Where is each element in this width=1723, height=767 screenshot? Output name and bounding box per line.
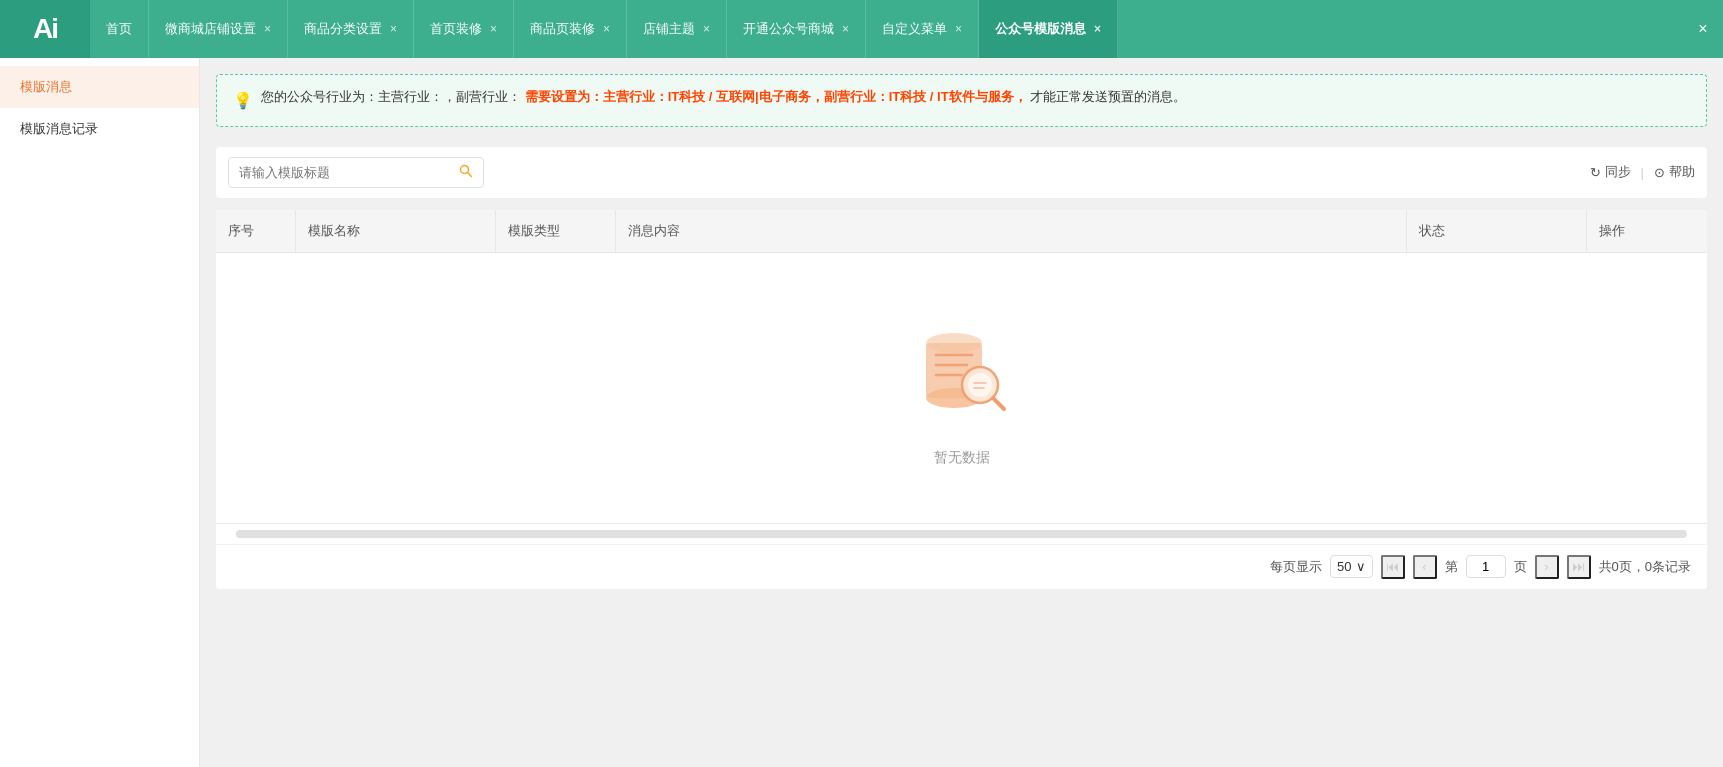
nav-tab-6[interactable]: 开通公众号商城× <box>727 0 866 58</box>
notice-highlight: 需要设置为：主营行业：IT科技 / 互联网|电子商务，副营行业：IT科技 / I… <box>525 89 1027 104</box>
toolbar-divider: | <box>1641 165 1644 180</box>
table-header-3: 消息内容 <box>616 210 1407 252</box>
prev-page-button[interactable]: ‹ <box>1413 555 1437 579</box>
table-header-0: 序号 <box>216 210 296 252</box>
nav-tab-close-2[interactable]: × <box>390 22 397 36</box>
nav-tab-close-4[interactable]: × <box>603 22 610 36</box>
nav-tabs: 首页微商城店铺设置×商品分类设置×首页装修×商品页装修×店铺主题×开通公众号商城… <box>90 0 1683 58</box>
nav-tab-close-5[interactable]: × <box>703 22 710 36</box>
nav-tab-close-8[interactable]: × <box>1094 22 1101 36</box>
sidebar-item-1[interactable]: 模版消息记录 <box>0 108 199 150</box>
table-header-5: 操作 <box>1587 210 1707 252</box>
nav-tab-close-6[interactable]: × <box>842 22 849 36</box>
nav-tab-4[interactable]: 商品页装修× <box>514 0 627 58</box>
nav-tab-3[interactable]: 首页装修× <box>414 0 514 58</box>
sync-icon: ↻ <box>1590 165 1601 180</box>
nav-tab-2[interactable]: 商品分类设置× <box>288 0 414 58</box>
table-header: 序号模版名称模版类型消息内容状态操作 <box>216 210 1707 253</box>
help-label: 帮助 <box>1669 163 1695 181</box>
table-header-1: 模版名称 <box>296 210 496 252</box>
last-page-button[interactable]: ⏭ <box>1567 555 1591 579</box>
nav-tab-0[interactable]: 首页 <box>90 0 149 58</box>
table-header-2: 模版类型 <box>496 210 616 252</box>
close-all-button[interactable]: × <box>1683 0 1723 58</box>
help-icon: ⊙ <box>1654 165 1665 180</box>
svg-line-1 <box>468 172 472 176</box>
sync-label: 同步 <box>1605 163 1631 181</box>
first-page-button[interactable]: ⏮ <box>1381 555 1405 579</box>
pagination: 每页显示 50 ∨ ⏮ ‹ 第 页 › ⏭ 共0页，0条记录 <box>216 544 1707 589</box>
search-button[interactable] <box>449 158 483 187</box>
page-size-value: 50 <box>1337 559 1351 574</box>
notice-banner: 💡 您的公众号行业为：主营行业：，副营行业： 需要设置为：主营行业：IT科技 /… <box>216 74 1707 127</box>
page-number-input[interactable] <box>1466 555 1506 578</box>
nav-tab-8[interactable]: 公众号模版消息× <box>979 0 1118 58</box>
sidebar: 模版消息模版消息记录 <box>0 58 200 767</box>
scrollbar-area[interactable] <box>216 523 1707 544</box>
notice-prefix: 您的公众号行业为：主营行业：，副营行业： <box>261 89 521 104</box>
help-button[interactable]: ⊙ 帮助 <box>1654 163 1695 181</box>
table-wrapper: 序号模版名称模版类型消息内容状态操作 <box>216 210 1707 589</box>
scrollbar-track[interactable] <box>236 530 1687 538</box>
next-page-button[interactable]: › <box>1535 555 1559 579</box>
nav-tab-7[interactable]: 自定义菜单× <box>866 0 979 58</box>
sync-button[interactable]: ↻ 同步 <box>1590 163 1631 181</box>
toolbar-right: ↻ 同步 | ⊙ 帮助 <box>1590 163 1695 181</box>
total-info: 共0页，0条记录 <box>1599 558 1691 576</box>
page-label-before: 第 <box>1445 558 1458 576</box>
empty-text: 暂无数据 <box>934 449 990 467</box>
page-label-after: 页 <box>1514 558 1527 576</box>
notice-suffix: 才能正常发送预置的消息。 <box>1030 89 1186 104</box>
page-size-label: 每页显示 <box>1270 558 1322 576</box>
sidebar-item-0[interactable]: 模版消息 <box>0 66 199 108</box>
nav-tab-close-3[interactable]: × <box>490 22 497 36</box>
content-area: 💡 您的公众号行业为：主营行业：，副营行业： 需要设置为：主营行业：IT科技 /… <box>200 58 1723 767</box>
nav-tab-1[interactable]: 微商城店铺设置× <box>149 0 288 58</box>
toolbar: ↻ 同步 | ⊙ 帮助 <box>216 147 1707 198</box>
svg-point-9 <box>968 373 992 397</box>
search-box <box>228 157 484 188</box>
table-header-4: 状态 <box>1407 210 1587 252</box>
top-nav: Ai 首页微商城店铺设置×商品分类设置×首页装修×商品页装修×店铺主题×开通公众… <box>0 0 1723 58</box>
svg-line-10 <box>993 398 1004 409</box>
empty-illustration <box>902 313 1022 433</box>
notice-text: 您的公众号行业为：主营行业：，副营行业： 需要设置为：主营行业：IT科技 / 互… <box>261 87 1186 108</box>
page-size-select[interactable]: 50 ∨ <box>1330 555 1372 578</box>
search-input[interactable] <box>229 159 449 186</box>
page-size-chevron: ∨ <box>1356 559 1366 574</box>
notice-icon: 💡 <box>233 88 253 114</box>
logo: Ai <box>0 0 90 58</box>
nav-tab-close-7[interactable]: × <box>955 22 962 36</box>
main-layout: 模版消息模版消息记录 💡 您的公众号行业为：主营行业：，副营行业： 需要设置为：… <box>0 58 1723 767</box>
nav-tab-close-1[interactable]: × <box>264 22 271 36</box>
empty-state: 暂无数据 <box>216 253 1707 523</box>
nav-tab-5[interactable]: 店铺主题× <box>627 0 727 58</box>
